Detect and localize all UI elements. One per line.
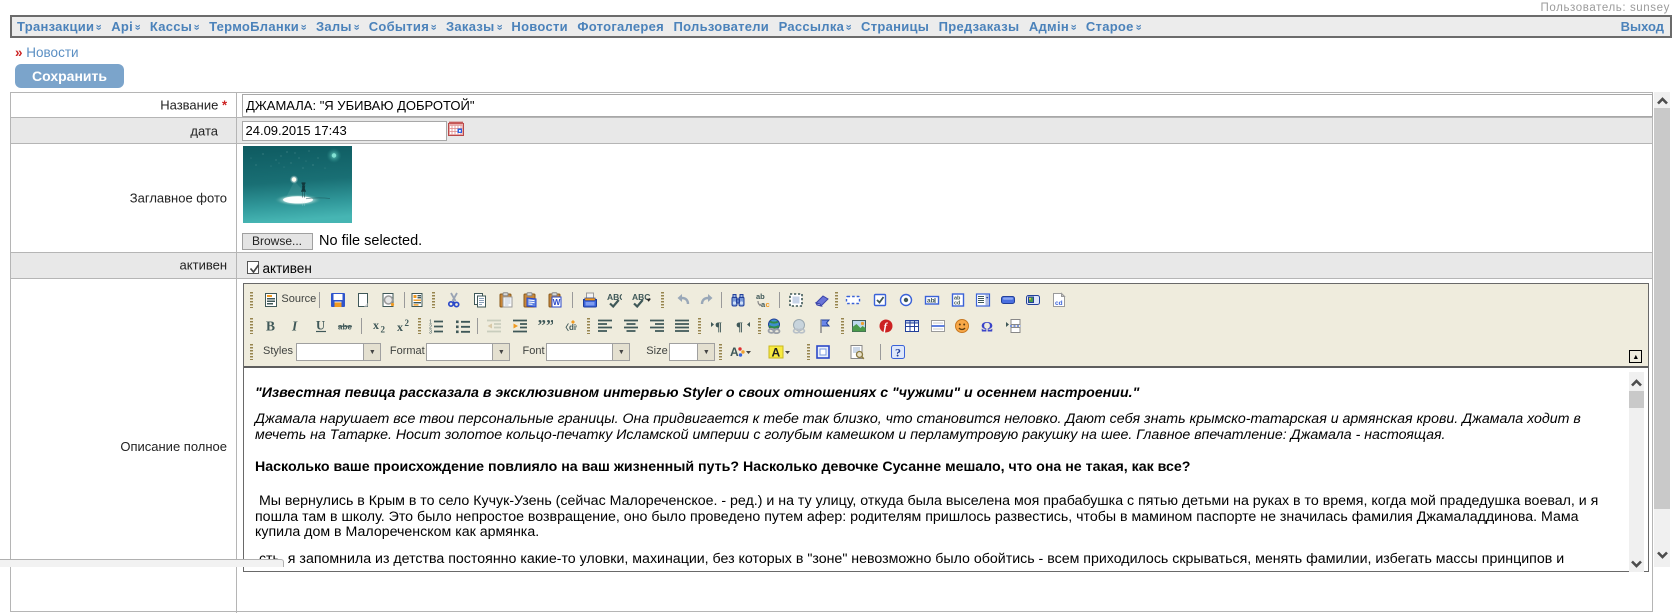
- svg-text:ABC: ABC: [607, 292, 622, 302]
- svg-text:cd: cd: [1055, 300, 1063, 307]
- svg-text:x: x: [397, 320, 403, 334]
- svg-text:¶: ¶: [715, 319, 722, 334]
- svg-text:〈div〉: 〈div〉: [561, 322, 577, 332]
- svg-text:A: A: [772, 346, 781, 360]
- svg-text:U: U: [316, 319, 325, 333]
- svg-text:c: c: [766, 300, 770, 308]
- svg-text:ab: ab: [927, 298, 935, 305]
- svg-text:x: x: [373, 318, 379, 332]
- svg-text:?: ?: [895, 346, 901, 360]
- svg-text:B: B: [266, 319, 275, 334]
- svg-text:3: 3: [429, 330, 432, 335]
- svg-text:W: W: [553, 298, 561, 307]
- svg-text:2: 2: [405, 318, 410, 328]
- svg-text:abe: abe: [338, 323, 352, 332]
- svg-text:I: I: [291, 319, 298, 334]
- svg-text:¶: ¶: [736, 319, 743, 334]
- svg-text:Ω: Ω: [981, 320, 993, 335]
- svg-text:cd: cd: [954, 301, 960, 307]
- svg-text:””: ””: [538, 318, 554, 334]
- svg-text:2: 2: [380, 325, 385, 335]
- svg-text:A: A: [730, 345, 739, 359]
